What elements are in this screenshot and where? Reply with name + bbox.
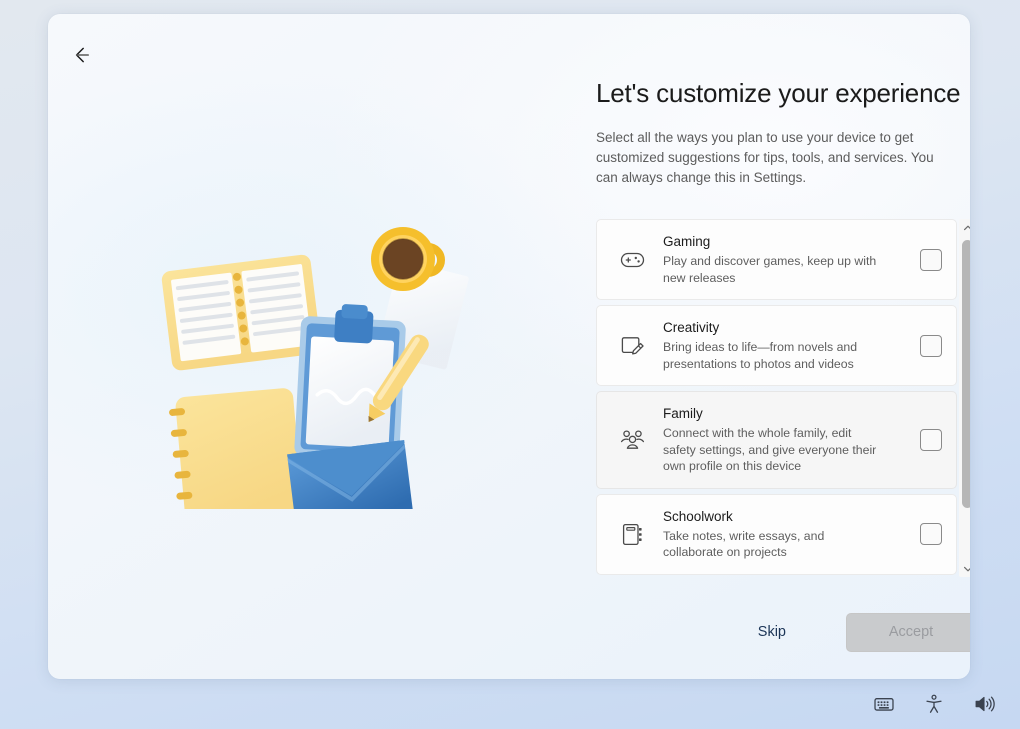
notebook-icon — [615, 521, 649, 548]
people-group-icon — [615, 426, 649, 453]
option-title: Creativity — [663, 320, 720, 335]
accessibility-icon — [926, 694, 942, 713]
option-title: Family — [663, 406, 703, 421]
option-checkbox-gaming[interactable] — [920, 248, 942, 271]
footer-actions: Skip Accept — [596, 612, 970, 652]
header-block: Let's customize your experience Select a… — [596, 78, 970, 188]
page-title: Let's customize your experience — [596, 78, 961, 108]
chevron-down-icon — [963, 566, 970, 571]
option-description: Bring ideas to life—from novels and pres… — [663, 340, 858, 371]
accessibility-icon-button[interactable] — [916, 687, 952, 721]
option-text: Family Connect with the whole family, ed… — [649, 405, 920, 475]
scrollbar-thumb[interactable] — [962, 240, 970, 508]
option-row-schoolwork[interactable]: Schoolwork Take notes, write essays, and… — [596, 493, 957, 575]
scroll-down-button[interactable] — [959, 560, 970, 577]
note-pencil-icon — [615, 332, 649, 359]
options-scrollbar[interactable] — [959, 219, 970, 577]
option-checkbox-family[interactable] — [920, 428, 942, 451]
option-title: Gaming — [663, 234, 711, 249]
oobe-panel: Let's customize your experience Select a… — [48, 14, 970, 679]
option-title: Schoolwork — [663, 508, 733, 524]
option-text: Schoolwork Take notes, write essays, and… — [649, 508, 920, 561]
option-row-family[interactable]: Family Connect with the whole family, ed… — [596, 391, 957, 489]
skip-button[interactable]: Skip — [754, 618, 790, 646]
option-description: Connect with the whole family, edit safe… — [663, 426, 877, 473]
desk-illustration — [144, 219, 514, 534]
option-text: Creativity Bring ideas to life—from nove… — [649, 319, 920, 372]
volume-icon — [975, 696, 995, 712]
option-checkbox-schoolwork[interactable] — [920, 523, 942, 545]
keyboard-icon — [874, 698, 894, 711]
chevron-up-icon — [963, 225, 970, 230]
back-button[interactable] — [62, 32, 108, 78]
options-list: Gaming Play and discover games, keep up … — [596, 219, 970, 581]
volume-icon-button[interactable] — [966, 687, 1002, 721]
page-description: Select all the ways you plan to use your… — [596, 130, 934, 186]
option-text: Gaming Play and discover games, keep up … — [649, 233, 920, 286]
option-row-creativity[interactable]: Creativity Bring ideas to life—from nove… — [596, 305, 957, 386]
taskbar-tray — [866, 679, 1002, 729]
option-description: Play and discover games, keep up with ne… — [663, 254, 877, 285]
arrow-left-icon — [75, 47, 89, 63]
option-checkbox-creativity[interactable] — [920, 334, 942, 357]
option-row-gaming[interactable]: Gaming Play and discover games, keep up … — [596, 219, 957, 300]
game-controller-icon — [615, 246, 649, 273]
options-viewport: Gaming Play and discover games, keep up … — [596, 219, 959, 581]
accept-button[interactable]: Accept — [846, 612, 970, 652]
option-description: Take notes, write essays, and collaborat… — [663, 528, 825, 560]
keyboard-icon-button[interactable] — [866, 687, 902, 721]
scroll-up-button[interactable] — [959, 219, 970, 236]
